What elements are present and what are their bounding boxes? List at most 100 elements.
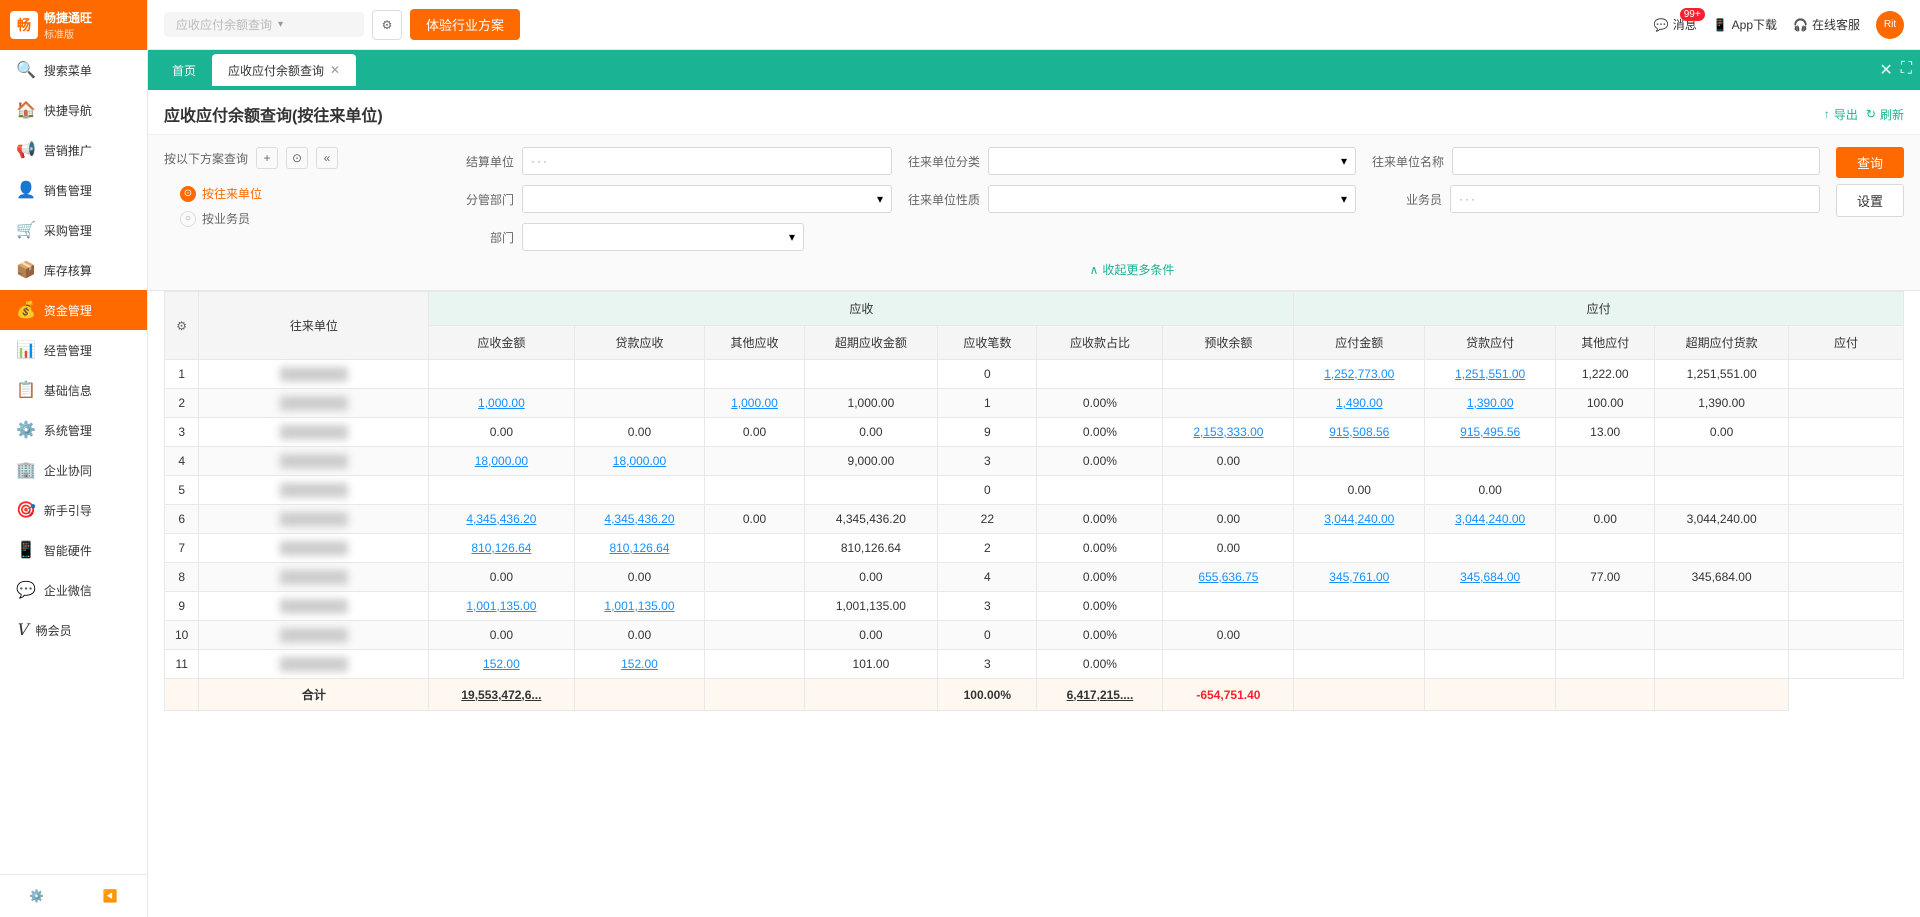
partner-nature-select[interactable]: ▾ — [988, 185, 1356, 213]
table-cell[interactable]: 2,153,333.00 — [1163, 418, 1294, 447]
table-cell[interactable] — [1294, 650, 1425, 679]
sidebar-item-purchase[interactable]: 🛒 采购管理 — [0, 210, 147, 250]
filter-setting-btn[interactable]: ⊙ — [286, 147, 308, 169]
table-cell[interactable]: 0.00 — [429, 418, 574, 447]
table-cell[interactable]: 655,636.75 — [1163, 563, 1294, 592]
table-cell[interactable]: 0.00 — [1163, 447, 1294, 476]
table-cell[interactable]: 0.00 — [705, 418, 804, 447]
table-cell[interactable] — [429, 360, 574, 389]
scheme-salesperson[interactable]: ○ 按业务员 — [180, 206, 444, 231]
sidebar-item-member[interactable]: Ⅴ 畅会员 — [0, 610, 147, 650]
setting-button[interactable]: 设置 — [1836, 184, 1904, 217]
sidebar-collapse-btn[interactable]: ◀️ — [93, 883, 128, 909]
sidebar-item-hardware[interactable]: 📱 智能硬件 — [0, 530, 147, 570]
partner-name-input[interactable] — [1452, 147, 1820, 175]
salesperson-input[interactable]: ··· — [1450, 185, 1820, 213]
table-cell[interactable] — [1425, 592, 1556, 621]
table-cell[interactable]: 3,044,240.00 — [1425, 505, 1556, 534]
refresh-button[interactable]: ↻ 刷新 — [1866, 106, 1904, 123]
table-cell[interactable]: 18,000.00 — [429, 447, 574, 476]
table-cell[interactable]: 0.00 — [574, 418, 705, 447]
table-cell[interactable]: 1,251,551.00 — [1425, 360, 1556, 389]
table-cell[interactable]: 3,044,240.00 — [1294, 505, 1425, 534]
table-cell[interactable] — [1163, 592, 1294, 621]
table-cell[interactable] — [1425, 534, 1556, 563]
department-select[interactable]: ▾ — [522, 223, 804, 251]
table-cell[interactable] — [1294, 534, 1425, 563]
sidebar-item-operations[interactable]: 📊 经营管理 — [0, 330, 147, 370]
table-cell[interactable] — [705, 476, 804, 505]
table-cell[interactable] — [705, 650, 804, 679]
sidebar-item-guide[interactable]: 🎯 新手引导 — [0, 490, 147, 530]
table-cell[interactable]: 0.00 — [1163, 621, 1294, 650]
table-cell[interactable]: 915,495.56 — [1425, 418, 1556, 447]
table-cell[interactable] — [705, 592, 804, 621]
table-cell[interactable] — [1163, 360, 1294, 389]
breadcrumb[interactable]: 应收应付余额查询 ▾ — [164, 12, 364, 37]
table-cell[interactable]: 810,126.64 — [429, 534, 574, 563]
sidebar-item-corp[interactable]: 🏢 企业协同 — [0, 450, 147, 490]
user-avatar[interactable]: Rit — [1876, 11, 1904, 39]
table-cell[interactable]: 0.00 — [1425, 476, 1556, 505]
tab-home[interactable]: 首页 — [156, 54, 212, 86]
table-cell[interactable]: 345,761.00 — [1294, 563, 1425, 592]
tab-close-icon[interactable]: ✕ — [330, 63, 340, 77]
message-button[interactable]: 💬 消息 99+ — [1654, 16, 1697, 33]
sidebar-item-finance[interactable]: 💰 资金管理 — [0, 290, 147, 330]
table-cell[interactable]: 1,000.00 — [705, 389, 804, 418]
table-cell[interactable]: 345,684.00 — [1425, 563, 1556, 592]
table-cell[interactable]: 0.00 — [429, 621, 574, 650]
table-cell[interactable]: 0.00 — [1294, 476, 1425, 505]
sidebar-item-sales[interactable]: 👤 销售管理 — [0, 170, 147, 210]
table-cell[interactable]: 1,252,773.00 — [1294, 360, 1425, 389]
table-cell[interactable] — [429, 476, 574, 505]
sidebar-item-wechat[interactable]: 💬 企业微信 — [0, 570, 147, 610]
table-cell[interactable] — [705, 621, 804, 650]
table-cell[interactable]: 1,390.00 — [1425, 389, 1556, 418]
sidebar-item-marketing[interactable]: 📢 营销推广 — [0, 130, 147, 170]
table-cell[interactable]: 810,126.64 — [574, 534, 705, 563]
sidebar-settings-btn[interactable]: ⚙️ — [19, 883, 54, 909]
filter-add-btn[interactable]: + — [256, 147, 278, 169]
sidebar-item-basic[interactable]: 📋 基础信息 — [0, 370, 147, 410]
scheme-partner-unit[interactable]: ⊙ 按往来单位 — [180, 181, 444, 206]
header-gear-btn[interactable]: ⚙ — [372, 10, 402, 40]
table-cell[interactable] — [705, 534, 804, 563]
table-cell[interactable]: 0.00 — [429, 563, 574, 592]
sidebar-item-search-menu[interactable]: 🔍 搜索菜单 — [0, 50, 147, 90]
table-setting-col[interactable]: ⚙ — [165, 292, 199, 360]
online-service-button[interactable]: 🎧 在线客服 — [1793, 16, 1860, 33]
table-cell[interactable]: 18,000.00 — [574, 447, 705, 476]
table-cell[interactable] — [1294, 592, 1425, 621]
table-cell[interactable] — [1425, 621, 1556, 650]
table-cell[interactable] — [1163, 389, 1294, 418]
table-cell[interactable]: 1,490.00 — [1294, 389, 1425, 418]
table-settings-icon[interactable]: ⚙ — [176, 319, 187, 333]
table-cell[interactable] — [574, 476, 705, 505]
table-cell[interactable] — [705, 563, 804, 592]
table-cell[interactable]: 4,345,436.20 — [574, 505, 705, 534]
export-button[interactable]: ↑ 导出 — [1824, 106, 1858, 123]
table-cell[interactable] — [1163, 650, 1294, 679]
sidebar-item-inventory[interactable]: 📦 库存核算 — [0, 250, 147, 290]
table-cell[interactable]: 0.00 — [574, 621, 705, 650]
tab-close-all-icon[interactable]: ✕ — [1879, 60, 1892, 80]
table-cell[interactable] — [574, 389, 705, 418]
sidebar-item-system[interactable]: ⚙️ 系统管理 — [0, 410, 147, 450]
table-cell[interactable]: 4,345,436.20 — [429, 505, 574, 534]
supervise-dept-select[interactable]: ▾ — [522, 185, 892, 213]
table-cell[interactable]: 0.00 — [1163, 505, 1294, 534]
table-cell[interactable] — [705, 447, 804, 476]
table-cell[interactable]: 1,000.00 — [429, 389, 574, 418]
table-cell[interactable] — [1425, 447, 1556, 476]
table-cell[interactable]: 152.00 — [429, 650, 574, 679]
tab-ar-ap[interactable]: 应收应付余额查询 ✕ — [212, 54, 356, 86]
table-cell[interactable]: 1,001,135.00 — [574, 592, 705, 621]
query-button[interactable]: 查询 — [1836, 147, 1904, 178]
table-cell[interactable]: 152.00 — [574, 650, 705, 679]
sidebar-item-quick-nav[interactable]: 🏠 快捷导航 — [0, 90, 147, 130]
promo-button[interactable]: 体验行业方案 — [410, 9, 520, 40]
table-cell[interactable] — [1294, 447, 1425, 476]
table-cell[interactable]: 0.00 — [705, 505, 804, 534]
table-cell[interactable] — [574, 360, 705, 389]
